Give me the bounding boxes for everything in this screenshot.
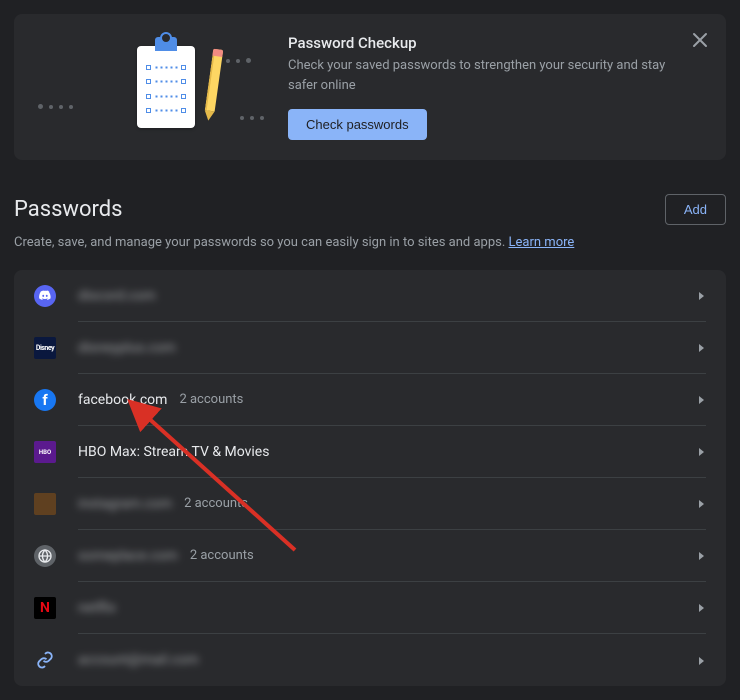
chevron-right-icon: [698, 390, 706, 409]
chevron-right-icon: [698, 651, 706, 670]
password-site-name: HBO Max: Stream TV & Movies: [78, 444, 269, 460]
close-icon: [692, 32, 708, 48]
password-site-name: instagram.com: [78, 496, 172, 512]
password-row[interactable]: f facebook.com 2 accounts: [34, 374, 706, 426]
chevron-right-icon: [698, 598, 706, 617]
generic1-icon: [34, 493, 56, 515]
banner-title: Password Checkup: [288, 34, 704, 52]
chevron-right-icon: [698, 338, 706, 357]
banner-text: Password Checkup Check your saved passwo…: [288, 34, 704, 140]
password-row[interactable]: someplace.com 2 accounts: [34, 530, 706, 582]
disney-icon: Disney: [34, 337, 56, 359]
page-title: Passwords: [14, 197, 123, 222]
globe-icon: [34, 545, 56, 567]
discord-icon: [34, 285, 56, 307]
password-site-name: facebook.com: [78, 392, 167, 408]
check-passwords-button[interactable]: Check passwords: [288, 109, 427, 140]
passwords-section-header: Passwords Add: [14, 194, 726, 225]
password-site-name: account@mail.com: [78, 652, 199, 668]
password-accounts-count: 2 accounts: [184, 496, 248, 511]
password-row[interactable]: account@mail.com: [34, 634, 706, 686]
chevron-right-icon: [698, 546, 706, 565]
password-accounts-count: 2 accounts: [190, 548, 254, 563]
banner-description: Check your saved passwords to strengthen…: [288, 56, 668, 95]
password-accounts-count: 2 accounts: [179, 392, 243, 407]
chevron-right-icon: [698, 442, 706, 461]
close-banner-button[interactable]: [688, 28, 712, 52]
facebook-icon: f: [34, 389, 56, 411]
learn-more-link[interactable]: Learn more: [509, 235, 575, 250]
password-row[interactable]: discord.com: [34, 270, 706, 322]
password-site-name: disneyplus.com: [78, 340, 176, 356]
netflix-icon: N: [34, 597, 56, 619]
chevron-right-icon: [698, 286, 706, 305]
banner-illustration: [44, 46, 288, 128]
password-row[interactable]: Disney disneyplus.com: [34, 322, 706, 374]
chevron-right-icon: [698, 494, 706, 513]
password-row[interactable]: HBO HBO Max: Stream TV & Movies: [34, 426, 706, 478]
password-row[interactable]: instagram.com 2 accounts: [34, 478, 706, 530]
password-row[interactable]: Nnetflix: [34, 582, 706, 634]
link-icon: [34, 649, 56, 671]
hbo-icon: HBO: [34, 441, 56, 463]
password-checkup-banner: Password Checkup Check your saved passwo…: [14, 14, 726, 160]
section-description: Create, save, and manage your passwords …: [14, 235, 726, 250]
add-password-button[interactable]: Add: [665, 194, 726, 225]
password-list: discord.com Disney disneyplus.com f facebook…: [14, 270, 726, 686]
password-site-name: someplace.com: [78, 548, 178, 564]
password-site-name: discord.com: [78, 288, 156, 304]
password-site-name: netflix: [78, 600, 116, 616]
